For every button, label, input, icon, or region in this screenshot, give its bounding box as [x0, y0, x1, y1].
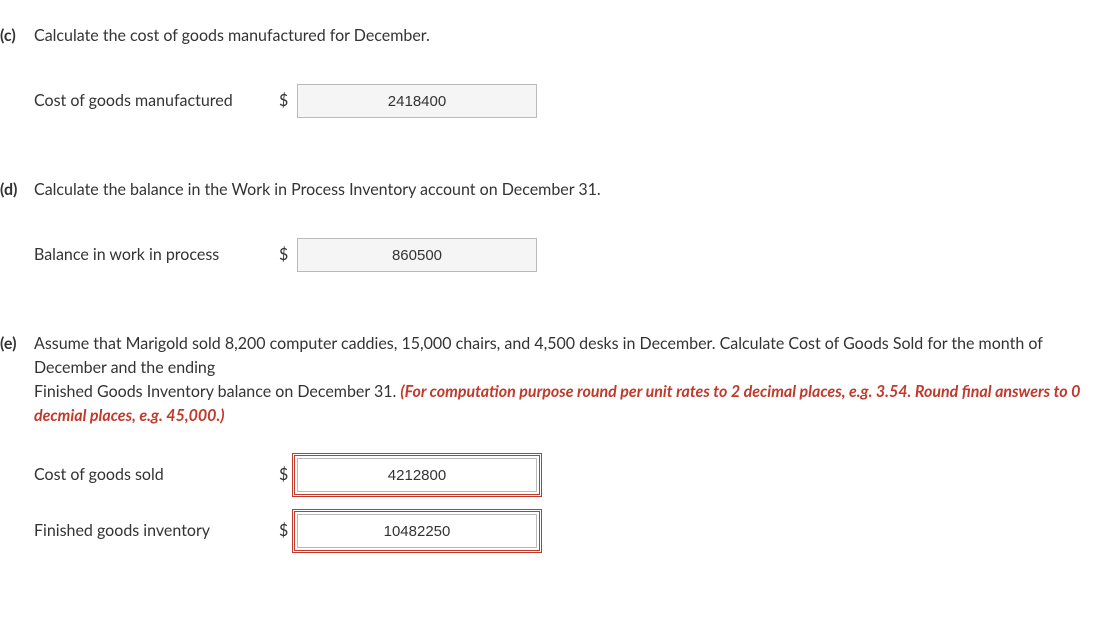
question-d-label: (d) — [0, 178, 34, 202]
question-c: (c) Calculate the cost of goods manufact… — [0, 24, 1095, 118]
question-c-text: Calculate the cost of goods manufactured… — [34, 24, 1095, 48]
currency-symbol: $ — [279, 463, 297, 487]
question-d-text: Calculate the balance in the Work in Pro… — [34, 178, 1095, 202]
answer-row-wip: Balance in work in process $ — [34, 238, 1095, 272]
answer-row-cogs: Cost of goods sold $ — [34, 458, 1095, 492]
question-e-text-line2: Finished Goods Inventory balance on Dece… — [34, 382, 400, 401]
question-d: (d) Calculate the balance in the Work in… — [0, 178, 1095, 272]
label-wip: Balance in work in process — [34, 243, 279, 267]
question-c-label: (c) — [0, 24, 34, 48]
currency-symbol: $ — [279, 519, 297, 543]
currency-symbol: $ — [279, 89, 297, 113]
currency-symbol: $ — [279, 243, 297, 267]
answer-row-fgi: Finished goods inventory $ — [34, 514, 1095, 548]
input-fgi[interactable] — [297, 514, 537, 548]
answer-row-cogm: Cost of goods manufactured $ — [34, 84, 1095, 118]
question-e-label: (e) — [0, 332, 34, 428]
label-cogs: Cost of goods sold — [34, 463, 279, 487]
question-e-body: Cost of goods sold $ Finished goods inve… — [0, 458, 1095, 548]
question-c-header: (c) Calculate the cost of goods manufact… — [0, 24, 1095, 48]
question-e-text: Assume that Marigold sold 8,200 computer… — [34, 332, 1095, 428]
question-e-header: (e) Assume that Marigold sold 8,200 comp… — [0, 332, 1095, 428]
question-d-header: (d) Calculate the balance in the Work in… — [0, 178, 1095, 202]
question-e-text-line1: Assume that Marigold sold 8,200 computer… — [34, 334, 1043, 377]
page-container: (c) Calculate the cost of goods manufact… — [0, 0, 1095, 594]
question-e: (e) Assume that Marigold sold 8,200 comp… — [0, 332, 1095, 548]
label-cogm: Cost of goods manufactured — [34, 89, 279, 113]
question-d-body: Balance in work in process $ — [0, 238, 1095, 272]
label-fgi: Finished goods inventory — [34, 519, 279, 543]
question-c-body: Cost of goods manufactured $ — [0, 84, 1095, 118]
input-wip[interactable] — [297, 238, 537, 272]
input-cogs[interactable] — [297, 458, 537, 492]
input-cogm[interactable] — [297, 84, 537, 118]
